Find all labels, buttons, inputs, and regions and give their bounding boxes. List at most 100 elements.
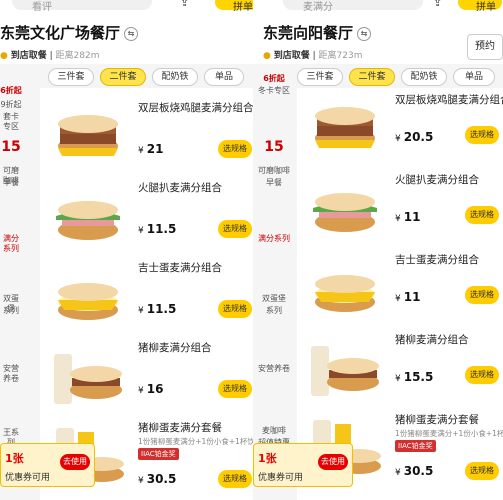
share-icon[interactable]: ⇪ bbox=[180, 0, 189, 9]
tab-three-piece[interactable]: 三件套 bbox=[48, 68, 94, 86]
price-value: 16 bbox=[146, 382, 164, 396]
muffin-image bbox=[315, 275, 375, 312]
store-distance: 距离723m bbox=[318, 51, 363, 61]
product-list: 双层板烧鸡腿麦满分组合 ¥20.5 选规格 火腿扒麦满分组合 ¥11 选规格 吉… bbox=[297, 88, 503, 500]
award-badge: IIAC铂金奖 bbox=[138, 448, 179, 460]
sidebar-item-nutrition[interactable]: 安营养卷 bbox=[255, 364, 293, 374]
product-name: 火腿扒麦满分组合 bbox=[138, 182, 222, 194]
product-row[interactable]: 吉士蛋麦满分组合 ¥11 选规格 bbox=[297, 248, 503, 328]
muffin-image bbox=[58, 283, 118, 320]
tab-two-piece[interactable]: 二件套 bbox=[349, 68, 395, 86]
price-value: 20.5 bbox=[403, 130, 434, 144]
tab-with-milk-tea[interactable]: 配奶铁 bbox=[152, 68, 198, 86]
price-value: 15.5 bbox=[403, 370, 434, 384]
sidebar-item-card[interactable]: 套卡专区 bbox=[0, 112, 22, 132]
sidebar-item-man-fen[interactable]: 满分系列 bbox=[255, 234, 293, 244]
reserve-button[interactable]: 预约 bbox=[467, 34, 503, 60]
sidebar-item-breakfast[interactable]: 早餐 bbox=[255, 178, 293, 188]
store-name[interactable]: 东莞文化广场餐厅 ⇆ bbox=[0, 22, 139, 43]
muffin-image bbox=[58, 115, 118, 156]
choose-spec-button[interactable]: 选规格 bbox=[218, 220, 252, 238]
price-value: 30.5 bbox=[403, 464, 434, 478]
store-distance: 距离282m bbox=[55, 51, 100, 61]
price-value: 21 bbox=[146, 142, 164, 156]
tab-with-milk-tea[interactable]: 配奶铁 bbox=[401, 68, 447, 86]
product-price: ¥16 bbox=[138, 382, 163, 396]
currency-symbol: ¥ bbox=[138, 306, 144, 316]
sidebar-item-15[interactable]: 15 bbox=[255, 140, 293, 154]
currency-symbol: ¥ bbox=[138, 146, 144, 156]
sidebar-item-15[interactable]: 15 bbox=[0, 140, 22, 154]
tab-two-piece[interactable]: 二件套 bbox=[100, 68, 146, 86]
coupon-text: 优惠券可用 bbox=[5, 473, 51, 483]
choose-spec-button[interactable]: 选规格 bbox=[465, 206, 499, 224]
product-row[interactable]: 猪柳麦满分组合 ¥15.5 选规格 bbox=[297, 328, 503, 408]
store-header: 东莞向阳餐厅 ⇆ ● 到店取餐 | 距离723m 预约 bbox=[253, 14, 503, 64]
sidebar-item-coffee[interactable]: 可磨咖啡 bbox=[255, 166, 293, 176]
choose-spec-button[interactable]: 选规格 bbox=[465, 366, 499, 384]
product-price: ¥11 bbox=[395, 210, 420, 224]
price-value: 11 bbox=[403, 290, 421, 304]
coupon-banner[interactable]: 1张 优惠券可用 去使用 bbox=[253, 443, 353, 487]
use-coupon-button[interactable]: 去使用 bbox=[60, 454, 90, 470]
product-price: ¥30.5 bbox=[395, 464, 433, 478]
muffin-image bbox=[311, 346, 379, 396]
store-subline: ● 到店取餐 | 距离282m bbox=[0, 51, 100, 61]
price-value: 11.5 bbox=[146, 222, 177, 236]
coupon-count: 1张 bbox=[5, 452, 24, 465]
coupon-banner[interactable]: 1张 优惠券可用 去使用 bbox=[0, 443, 95, 487]
swap-icon[interactable]: ⇆ bbox=[357, 26, 372, 41]
muffin-image bbox=[54, 354, 122, 404]
product-price: ¥11 bbox=[395, 290, 420, 304]
product-row[interactable]: 双层板烧鸡腿麦满分组合 ¥20.5 选规格 bbox=[297, 88, 503, 168]
coupon-count: 1张 bbox=[258, 452, 277, 465]
choose-spec-button[interactable]: 选规格 bbox=[218, 300, 252, 318]
category-sidebar: 6折起 冬卡专区 15 可磨咖啡 早餐 满分系列 双蛋堡 系列 安营养卷 麦咖啡… bbox=[253, 64, 293, 500]
sidebar-item-discount[interactable]: 6折起 bbox=[255, 74, 293, 84]
sidebar-item-mccafe[interactable]: 麦咖啡 bbox=[255, 426, 293, 436]
product-row[interactable]: 火腿扒麦满分组合 ¥11.5 选规格 bbox=[40, 176, 256, 256]
product-price: ¥11.5 bbox=[138, 222, 176, 236]
sidebar-item-90[interactable]: 9折起 bbox=[0, 100, 22, 110]
tab-single[interactable]: 单品 bbox=[453, 68, 495, 86]
group-order-label: 拼单 bbox=[233, 2, 253, 13]
sidebar-item-discount[interactable]: 6折起 bbox=[0, 86, 22, 96]
product-row[interactable]: 火腿扒麦满分组合 ¥11 选规格 bbox=[297, 168, 503, 248]
category-tabs: 三件套 二件套 配奶铁 单品 bbox=[0, 66, 262, 88]
product-name: 猪柳麦满分组合 bbox=[395, 334, 469, 346]
sidebar-item-series[interactable]: 系列 bbox=[255, 306, 293, 316]
sidebar-item-series[interactable]: 系列 bbox=[0, 306, 22, 316]
pickup-mode: 到店取餐 bbox=[10, 51, 47, 61]
location-icon: ● bbox=[0, 51, 8, 61]
search-field[interactable]: 看评 bbox=[12, 0, 152, 13]
choose-spec-button[interactable]: 选规格 bbox=[465, 286, 499, 304]
share-icon[interactable]: ⇪ bbox=[433, 0, 442, 9]
currency-symbol: ¥ bbox=[395, 214, 401, 224]
group-order-label: 拼单 bbox=[476, 2, 496, 13]
group-order-button[interactable]: 拼单 bbox=[458, 0, 502, 13]
choose-spec-button[interactable]: 选规格 bbox=[218, 470, 252, 488]
choose-spec-button[interactable]: 选规格 bbox=[465, 462, 499, 480]
product-name: 吉士蛋麦满分组合 bbox=[138, 262, 222, 274]
store-name[interactable]: 东莞向阳餐厅 ⇆ bbox=[263, 22, 372, 43]
product-description: 1份猪柳蛋麦满分+1份小食+1杯饮料 bbox=[395, 429, 503, 438]
product-row[interactable]: 吉士蛋麦满分组合 ¥11.5 选规格 bbox=[40, 256, 256, 336]
choose-spec-button[interactable]: 选规格 bbox=[218, 140, 252, 158]
product-row[interactable]: 猪柳麦满分组合 ¥16 选规格 bbox=[40, 336, 256, 416]
store-header: 东莞文化广场餐厅 ⇆ ● 到店取餐 | 距离282m bbox=[0, 14, 262, 64]
use-coupon-button[interactable]: 去使用 bbox=[318, 454, 348, 470]
tab-single[interactable]: 单品 bbox=[204, 68, 244, 86]
sidebar-item-card[interactable]: 冬卡专区 bbox=[255, 86, 293, 96]
sidebar-item-breakfast[interactable]: 早餐 bbox=[0, 178, 22, 188]
choose-spec-button[interactable]: 选规格 bbox=[218, 380, 252, 398]
sidebar-item-man-fen[interactable]: 满分系列 bbox=[0, 234, 22, 254]
sidebar-item-nutrition[interactable]: 安营养卷 bbox=[0, 364, 22, 384]
choose-spec-button[interactable]: 选规格 bbox=[465, 126, 499, 144]
swap-icon[interactable]: ⇆ bbox=[124, 26, 139, 41]
tab-three-piece[interactable]: 三件套 bbox=[297, 68, 343, 86]
currency-symbol: ¥ bbox=[395, 134, 401, 144]
product-list: 双层板烧鸡腿麦满分组合 ¥21 选规格 火腿扒麦满分组合 ¥11.5 选规格 吉… bbox=[40, 88, 262, 500]
search-field[interactable]: 麦满分 bbox=[283, 0, 423, 13]
product-row[interactable]: 双层板烧鸡腿麦满分组合 ¥21 选规格 bbox=[40, 96, 256, 176]
sidebar-item-double-egg[interactable]: 双蛋堡 bbox=[255, 294, 293, 304]
